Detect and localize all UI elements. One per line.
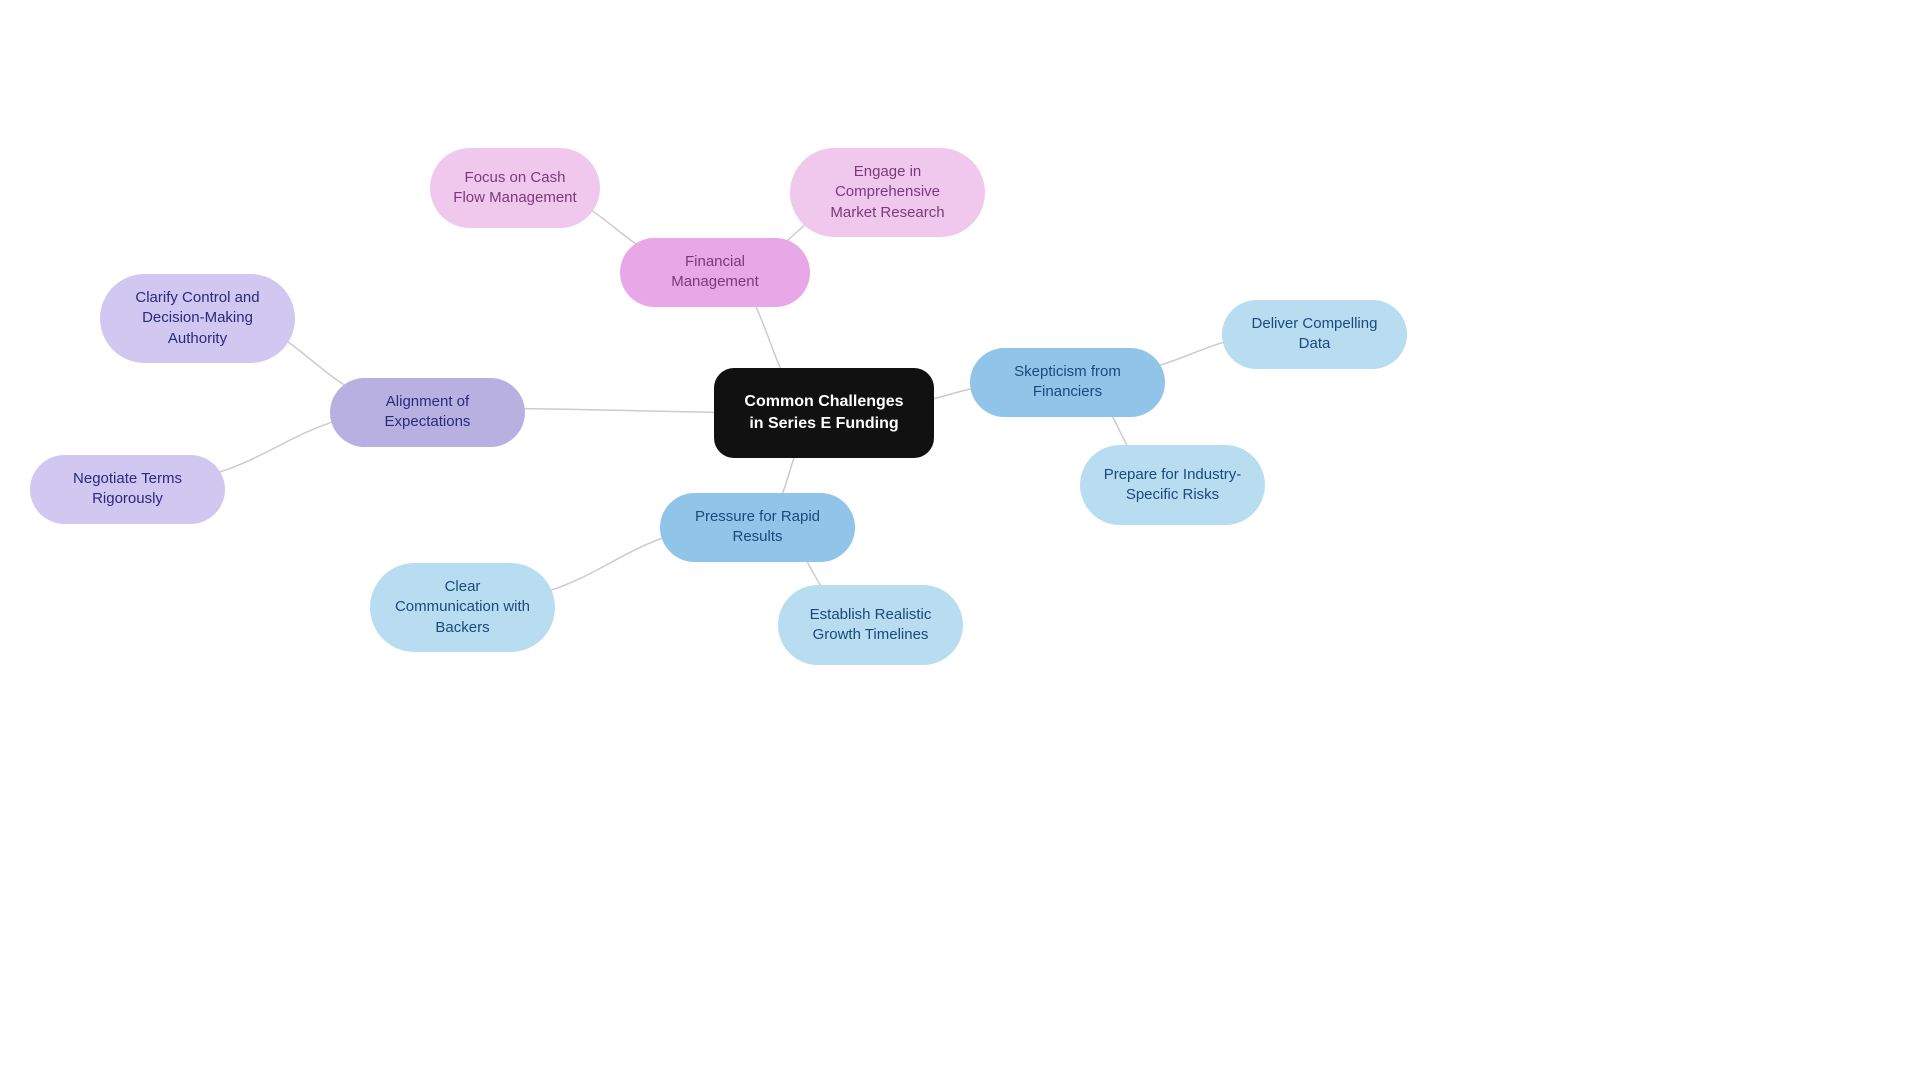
node-label-focus-cash-flow: Focus on Cash Flow Management: [452, 168, 578, 209]
node-alignment-expectations: Alignment of Expectations: [330, 378, 525, 447]
node-label-center: Common Challenges in Series E Funding: [736, 391, 912, 434]
node-label-financial-management: Financial Management: [642, 252, 788, 293]
node-deliver-compelling: Deliver Compelling Data: [1222, 300, 1407, 369]
node-label-clarify-control: Clarify Control and Decision-Making Auth…: [122, 288, 273, 349]
node-label-pressure-rapid: Pressure for Rapid Results: [682, 507, 833, 548]
node-pressure-rapid: Pressure for Rapid Results: [660, 493, 855, 562]
node-label-deliver-compelling: Deliver Compelling Data: [1244, 314, 1385, 355]
node-prepare-industry: Prepare for Industry-Specific Risks: [1080, 445, 1265, 525]
node-label-skepticism-financiers: Skepticism from Financiers: [992, 362, 1143, 403]
node-establish-timelines: Establish Realistic Growth Timelines: [778, 585, 963, 665]
node-label-establish-timelines: Establish Realistic Growth Timelines: [800, 605, 941, 646]
node-label-negotiate-terms: Negotiate Terms Rigorously: [52, 469, 203, 510]
node-center: Common Challenges in Series E Funding: [714, 368, 934, 458]
node-label-clear-communication: Clear Communication with Backers: [392, 577, 533, 638]
node-label-prepare-industry: Prepare for Industry-Specific Risks: [1102, 465, 1243, 506]
node-label-alignment-expectations: Alignment of Expectations: [352, 392, 503, 433]
mindmap-canvas: Common Challenges in Series E Funding Fin…: [0, 0, 1920, 1083]
node-engage-market-research: Engage in Comprehensive Market Research: [790, 148, 985, 237]
node-label-engage-market-research: Engage in Comprehensive Market Research: [812, 162, 963, 223]
node-skepticism-financiers: Skepticism from Financiers: [970, 348, 1165, 417]
node-negotiate-terms: Negotiate Terms Rigorously: [30, 455, 225, 524]
node-clear-communication: Clear Communication with Backers: [370, 563, 555, 652]
node-focus-cash-flow: Focus on Cash Flow Management: [430, 148, 600, 228]
node-clarify-control: Clarify Control and Decision-Making Auth…: [100, 274, 295, 363]
node-financial-management: Financial Management: [620, 238, 810, 307]
